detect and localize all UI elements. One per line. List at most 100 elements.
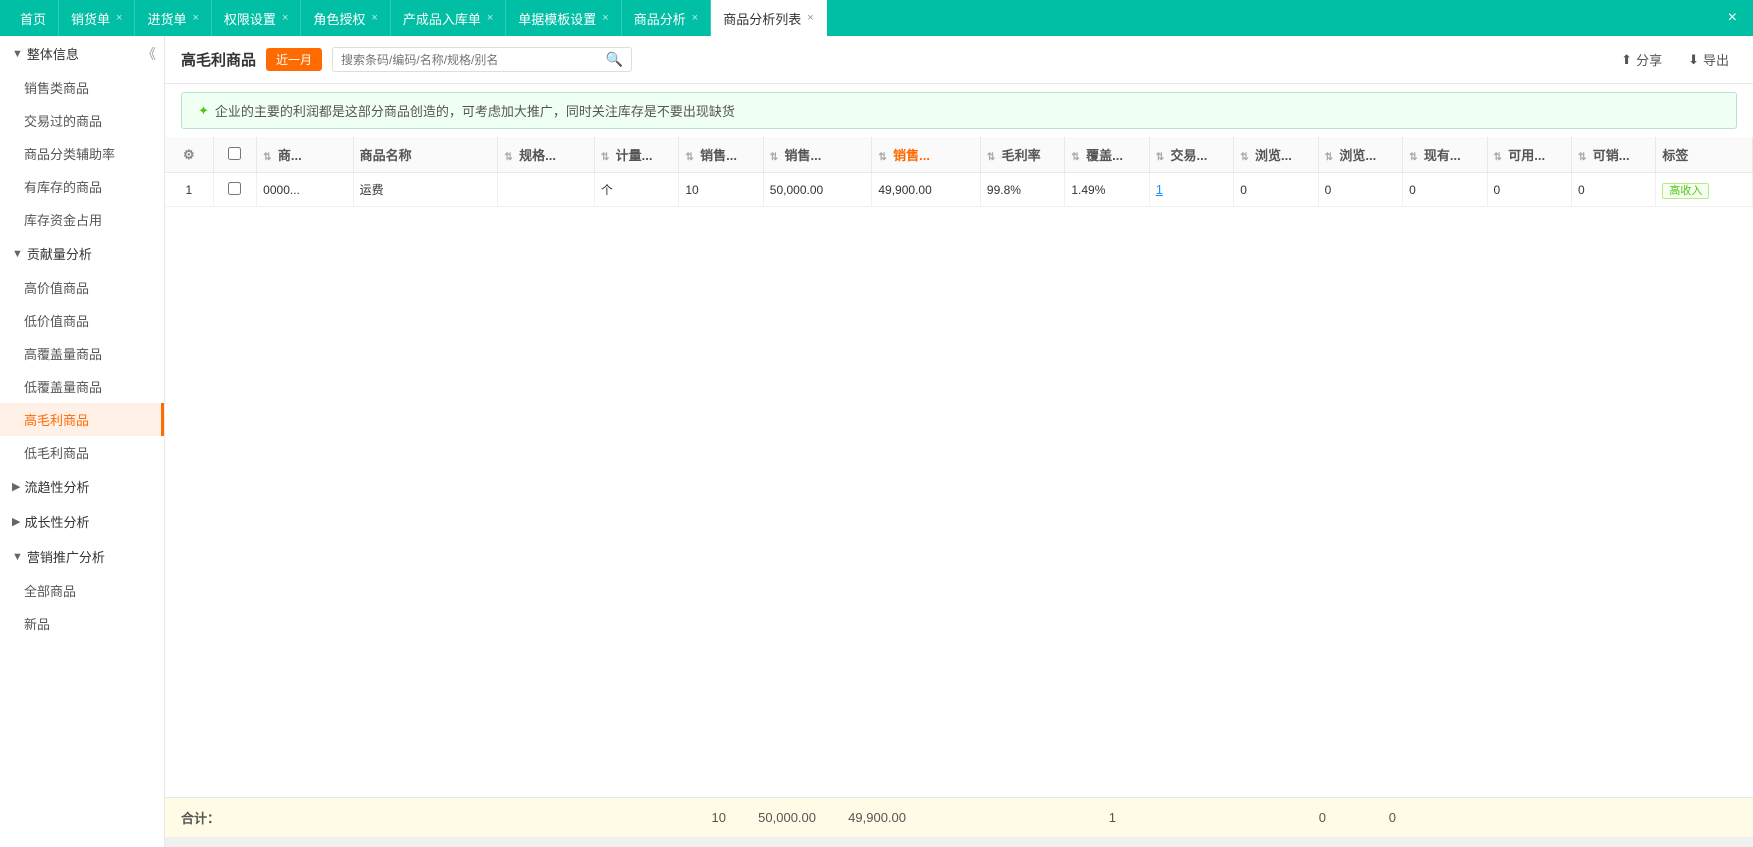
search-box: 🔍: [332, 47, 632, 72]
top-navigation: 首页 销货单 × 进货单 × 权限设置 × 角色授权 × 产成品入库单 × 单据…: [0, 0, 1753, 36]
cell-spec: [498, 173, 595, 207]
th-stock2[interactable]: 可用...: [1487, 137, 1571, 173]
th-unit[interactable]: 计量...: [594, 137, 678, 173]
sidebar-item-in-stock[interactable]: 有库存的商品: [0, 170, 164, 203]
th-gross-rate[interactable]: 毛利率: [980, 137, 1064, 173]
export-icon: ⬇: [1688, 52, 1699, 68]
th-tag: 标签: [1656, 137, 1753, 173]
sidebar-group-growth[interactable]: ▶ 成长性分析: [0, 504, 164, 539]
th-browse1[interactable]: 浏览...: [1234, 137, 1318, 173]
close-icon[interactable]: ×: [602, 12, 608, 24]
sidebar-item-high-margin[interactable]: 高毛利商品: [0, 403, 164, 436]
th-browse2[interactable]: 浏览...: [1318, 137, 1402, 173]
search-icon[interactable]: 🔍: [606, 51, 623, 68]
sidebar-item-traded-goods[interactable]: 交易过的商品: [0, 104, 164, 137]
data-table: ⚙ 商... 商品名称 规格...: [165, 137, 1753, 207]
window-close-button[interactable]: ×: [1720, 9, 1745, 27]
filter-recent-month-button[interactable]: 近一月: [266, 48, 322, 71]
content-header: 高毛利商品 近一月 🔍 ⬆ 分享 ⬇ 导出: [165, 36, 1753, 84]
chevron-down-icon: ▼: [12, 248, 23, 260]
footer-sales-profit: 49,900.00: [822, 810, 912, 825]
sidebar-item-low-margin[interactable]: 低毛利商品: [0, 436, 164, 469]
chevron-right-icon: ▶: [12, 480, 20, 493]
cell-num: 1: [165, 173, 213, 207]
sidebar-item-sales-goods[interactable]: 销售类商品: [0, 71, 164, 104]
sidebar-item-high-value[interactable]: 高价值商品: [0, 271, 164, 304]
cell-gross-rate: 99.8%: [980, 173, 1064, 207]
main-layout: 《 ▼ 整体信息 销售类商品 交易过的商品 商品分类辅助率 有库存的商品 库存资…: [0, 36, 1753, 847]
trade-link[interactable]: 1: [1156, 182, 1163, 197]
th-spec[interactable]: 规格...: [498, 137, 595, 173]
tab-finished-goods[interactable]: 产成品入库单 ×: [391, 0, 506, 36]
cell-cover: 1.49%: [1065, 173, 1149, 207]
cell-name: 运费: [353, 173, 498, 207]
settings-icon[interactable]: ⚙: [183, 147, 195, 162]
th-name[interactable]: 商品名称: [353, 137, 498, 173]
close-icon[interactable]: ×: [116, 12, 122, 24]
sidebar-item-low-coverage[interactable]: 低覆盖量商品: [0, 370, 164, 403]
th-sales-qty[interactable]: 销售...: [679, 137, 763, 173]
row-checkbox[interactable]: [228, 182, 241, 195]
cell-sales-qty: 10: [679, 173, 763, 207]
table-header-row: ⚙ 商... 商品名称 规格...: [165, 137, 1753, 173]
th-sales-amount[interactable]: 销售...: [763, 137, 872, 173]
sidebar-group-contribution[interactable]: ▼ 贡献量分析: [0, 236, 164, 271]
cell-stock2: 0: [1487, 173, 1571, 207]
content-area: 高毛利商品 近一月 🔍 ⬆ 分享 ⬇ 导出 ✦ 企业的主要的利润都是这部分商品创…: [165, 36, 1753, 847]
tab-purchase-order[interactable]: 进货单 ×: [135, 0, 211, 36]
th-code[interactable]: 商...: [257, 137, 354, 173]
cell-trade: 1: [1149, 173, 1233, 207]
tab-product-analysis[interactable]: 商品分析 ×: [622, 0, 711, 36]
th-stock3[interactable]: 可销...: [1571, 137, 1655, 173]
tab-sales-order[interactable]: 销货单 ×: [59, 0, 135, 36]
sidebar-item-low-value[interactable]: 低价值商品: [0, 304, 164, 337]
footer-trade: 1: [1052, 810, 1122, 825]
tab-template-settings[interactable]: 单据模板设置 ×: [506, 0, 621, 36]
sidebar-item-stock-capital[interactable]: 库存资金占用: [0, 203, 164, 236]
close-icon[interactable]: ×: [692, 12, 698, 24]
horizontal-scrollbar[interactable]: [165, 837, 1753, 847]
close-icon[interactable]: ×: [282, 12, 288, 24]
footer-stock1: 0: [1262, 810, 1332, 825]
tab-home[interactable]: 首页: [8, 0, 59, 36]
th-trade[interactable]: 交易...: [1149, 137, 1233, 173]
sidebar-item-category-rate[interactable]: 商品分类辅助率: [0, 137, 164, 170]
th-num: ⚙: [165, 137, 213, 173]
cell-stock1: 0: [1403, 173, 1487, 207]
footer-stock2: 0: [1332, 810, 1402, 825]
export-button[interactable]: ⬇ 导出: [1680, 46, 1737, 73]
close-icon[interactable]: ×: [487, 12, 493, 24]
chevron-down-icon: ▼: [12, 551, 23, 563]
info-icon: ✦: [198, 103, 209, 119]
search-input[interactable]: [341, 53, 606, 67]
close-icon[interactable]: ×: [807, 12, 813, 24]
cell-sales-profit: 49,900.00: [872, 173, 981, 207]
sidebar-group-trend[interactable]: ▶ 流趋性分析: [0, 469, 164, 504]
cell-unit: 个: [594, 173, 678, 207]
close-icon[interactable]: ×: [371, 12, 377, 24]
th-stock1[interactable]: 现有...: [1403, 137, 1487, 173]
share-button[interactable]: ⬆ 分享: [1613, 46, 1670, 73]
footer-bar: 合计： 10 50,000.00 49,900.00 1 0 0: [165, 797, 1753, 837]
sidebar-item-all-goods[interactable]: 全部商品: [0, 574, 164, 607]
cell-browse1: 0: [1234, 173, 1318, 207]
close-icon[interactable]: ×: [192, 12, 198, 24]
tab-role-auth[interactable]: 角色授权 ×: [301, 0, 390, 36]
cell-check: [213, 173, 256, 207]
sidebar-item-high-coverage[interactable]: 高覆盖量商品: [0, 337, 164, 370]
tab-permissions[interactable]: 权限设置 ×: [212, 0, 301, 36]
sidebar-group-overall[interactable]: ▼ 整体信息: [0, 36, 164, 71]
sidebar-item-new-goods[interactable]: 新品: [0, 607, 164, 640]
th-sales-profit[interactable]: 销售...: [872, 137, 981, 173]
tab-product-analysis-list[interactable]: 商品分析列表 ×: [711, 0, 826, 36]
chevron-down-icon: ▼: [12, 48, 23, 60]
table-row: 1 0000... 运费 个 10 50,000.00 49,900.00 99…: [165, 173, 1753, 207]
th-cover[interactable]: 覆盖...: [1065, 137, 1149, 173]
select-all-checkbox[interactable]: [228, 147, 241, 160]
cell-sales-amount: 50,000.00: [763, 173, 872, 207]
footer-sales-qty: 10: [662, 810, 732, 825]
th-check: [213, 137, 256, 173]
sidebar-collapse-button[interactable]: 《: [142, 44, 156, 64]
sidebar: 《 ▼ 整体信息 销售类商品 交易过的商品 商品分类辅助率 有库存的商品 库存资…: [0, 36, 165, 847]
sidebar-group-marketing[interactable]: ▼ 营销推广分析: [0, 539, 164, 574]
